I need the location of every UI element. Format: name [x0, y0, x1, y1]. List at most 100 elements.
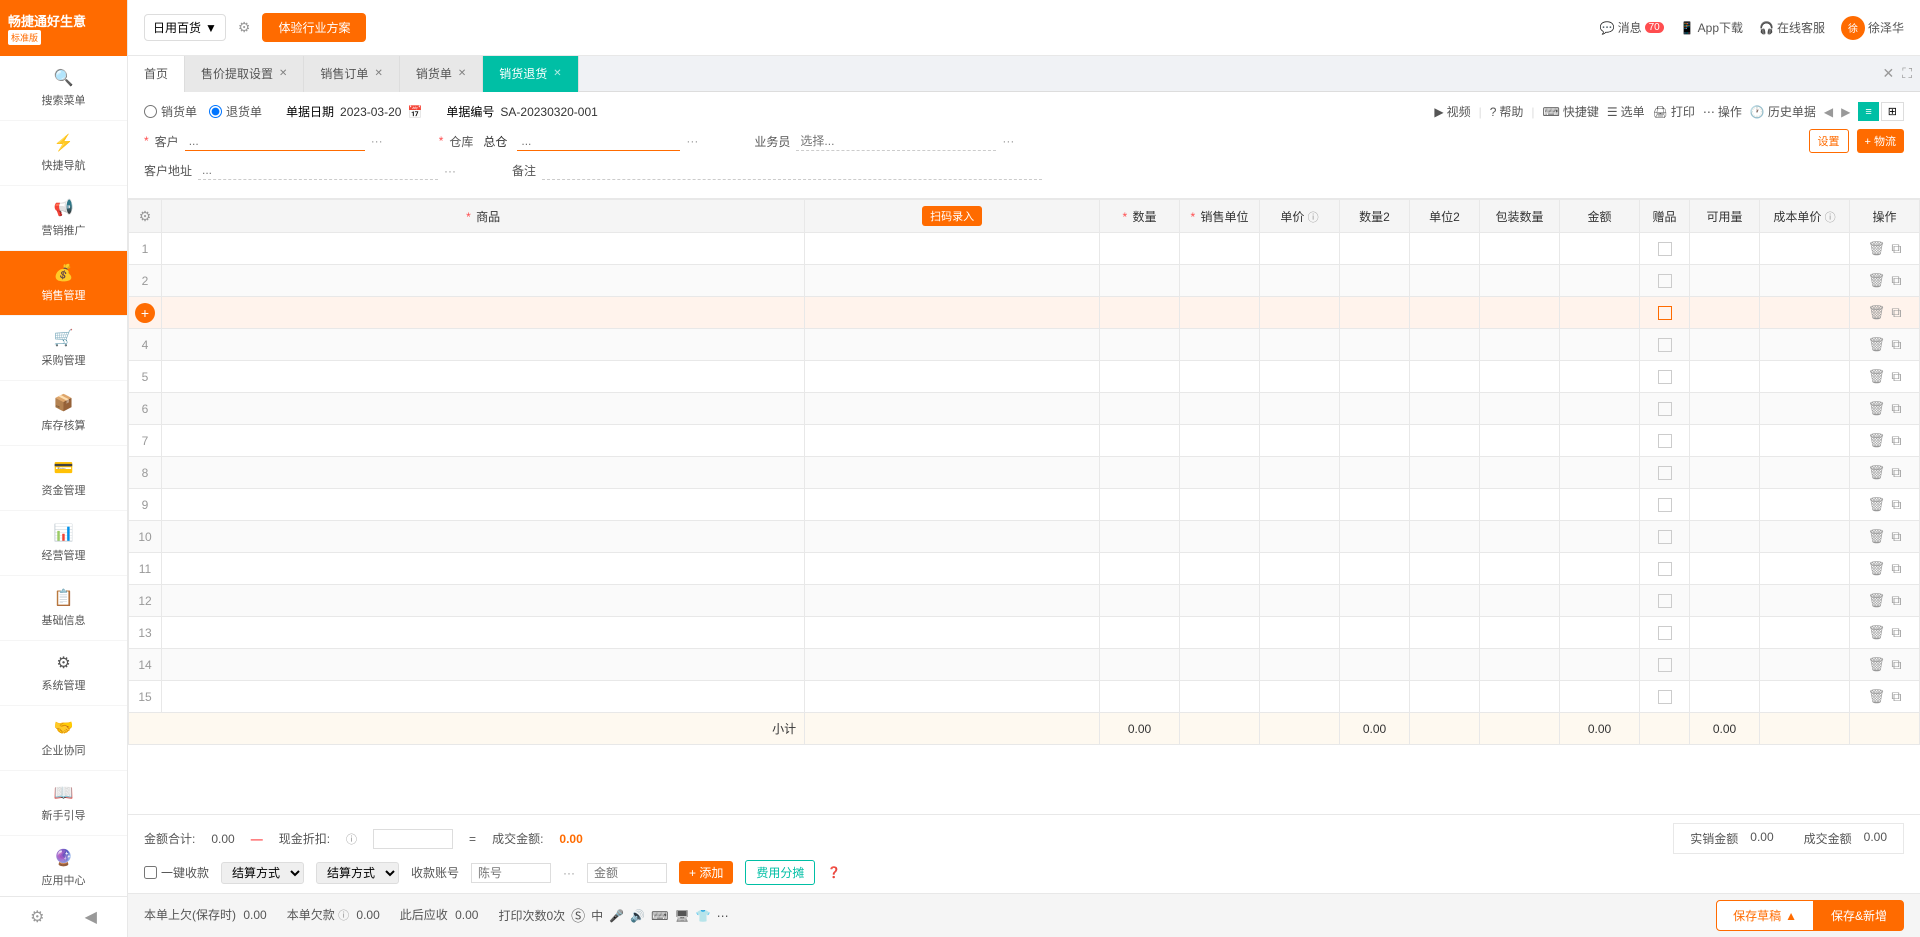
qty-input[interactable] — [1106, 242, 1173, 256]
close-tab-icon[interactable]: ✕ — [1882, 65, 1894, 82]
copy-row-icon[interactable]: ⧉ — [1891, 624, 1901, 641]
experience-button[interactable]: 体验行业方案 — [262, 13, 366, 42]
delete-row-icon[interactable]: 🗑 — [1868, 400, 1886, 417]
sidebar-item-apps[interactable]: 🔮 应用中心 — [0, 836, 127, 896]
help-circle-icon[interactable]: ❓ — [827, 866, 841, 879]
avail-cell[interactable] — [1690, 265, 1760, 297]
copy-row-icon[interactable]: ⧉ — [1891, 336, 1901, 353]
tab-sales-delivery-close[interactable]: ✕ — [458, 68, 466, 79]
discount-input[interactable] — [373, 829, 453, 849]
gift-checkbox[interactable] — [1658, 466, 1672, 480]
info-discount-icon[interactable]: ⓘ — [346, 831, 357, 847]
delete-row-icon[interactable]: 🗑 — [1868, 336, 1886, 353]
gift-cell-active[interactable] — [1640, 297, 1690, 329]
gift-checkbox[interactable] — [1658, 434, 1672, 448]
help-toolbar-item[interactable]: ? 帮助 — [1490, 103, 1524, 120]
copy-row-icon[interactable]: ⧉ — [1891, 496, 1901, 513]
unit2-cell[interactable] — [1410, 233, 1480, 265]
expand-icon[interactable]: ⛶ — [1902, 65, 1912, 82]
sidebar-item-enterprise[interactable]: 🤝 企业协同 — [0, 706, 127, 771]
tab-price-setting[interactable]: 售价提取设置 ✕ — [185, 56, 304, 92]
pack-cell-active[interactable] — [1480, 297, 1560, 329]
sidebar-item-finance[interactable]: 💳 资金管理 — [0, 446, 127, 511]
radio-return[interactable]: 退货单 — [209, 103, 262, 120]
price-cell-active[interactable] — [1260, 297, 1340, 329]
qty2-cell[interactable] — [1340, 233, 1410, 265]
amount-input[interactable] — [587, 863, 667, 883]
sidebar-item-search[interactable]: 🔍 搜索菜单 — [0, 56, 127, 121]
one-click-label[interactable]: 一键收款 — [144, 864, 209, 881]
copy-row-icon[interactable]: ⧉ — [1891, 528, 1901, 545]
download-area[interactable]: 📱 App下载 — [1680, 19, 1743, 36]
delete-row-icon[interactable]: 🗑 — [1868, 592, 1886, 609]
price-cell[interactable] — [1260, 265, 1340, 297]
copy-row-icon[interactable]: ⧉ — [1891, 304, 1901, 321]
product-cell[interactable] — [162, 233, 805, 265]
account-input[interactable] — [471, 863, 551, 883]
delete-row-icon[interactable]: 🗑 — [1868, 368, 1886, 385]
product-cell-active[interactable] — [162, 297, 805, 329]
address-more-icon[interactable]: ··· — [444, 164, 456, 178]
tab-sales-delivery[interactable]: 销货单 ✕ — [400, 56, 483, 92]
sidebar-item-marketing[interactable]: 📢 营销推广 — [0, 186, 127, 251]
payment-method-select[interactable]: 结算方式 — [221, 862, 304, 884]
copy-row-icon[interactable]: ⧉ — [1891, 272, 1901, 289]
delete-row-icon[interactable]: 🗑 — [1868, 432, 1886, 449]
copy-row-icon[interactable]: ⧉ — [1891, 656, 1901, 673]
one-click-checkbox[interactable] — [144, 866, 157, 879]
operation-toolbar-item[interactable]: ⋯ 操作 — [1703, 103, 1742, 120]
gift-checkbox[interactable] — [1658, 242, 1672, 256]
radio-delivery[interactable]: 销货单 — [144, 103, 197, 120]
gift-checkbox[interactable] — [1658, 530, 1672, 544]
qty2-cell[interactable] — [1340, 265, 1410, 297]
history-toolbar-item[interactable]: 🕐 历史单据 — [1750, 103, 1816, 120]
copy-row-icon[interactable]: ⧉ — [1891, 592, 1901, 609]
mic-icon[interactable]: 🎤 — [609, 909, 624, 923]
add-row-btn[interactable]: + — [135, 303, 155, 323]
qty2-cell-active[interactable] — [1340, 297, 1410, 329]
gift-cell[interactable] — [1640, 265, 1690, 297]
settings-icon[interactable]: ⚙ — [30, 907, 44, 927]
calendar-icon[interactable]: 📅 — [407, 105, 422, 119]
gift-checkbox[interactable] — [1658, 338, 1672, 352]
price-info-icon[interactable]: ⓘ — [1308, 212, 1319, 224]
pack-cell[interactable] — [1480, 233, 1560, 265]
avail-cell[interactable] — [1690, 233, 1760, 265]
product-input-active[interactable] — [168, 306, 798, 320]
dots-icon[interactable]: ⋯ — [717, 909, 729, 923]
qty-cell-active[interactable] — [1100, 297, 1180, 329]
delete-row-icon[interactable]: 🗑 — [1868, 688, 1886, 705]
gift-checkbox[interactable] — [1658, 370, 1672, 384]
expense-split-button[interactable]: 费用分摊 — [745, 860, 815, 885]
gift-checkbox[interactable] — [1658, 594, 1672, 608]
gift-checkbox[interactable] — [1658, 562, 1672, 576]
video-toolbar-item[interactable]: ▶ 视频 — [1434, 103, 1470, 120]
copy-row-icon[interactable]: ⧉ — [1891, 560, 1901, 577]
product-cell[interactable] — [162, 265, 805, 297]
staff-more-icon[interactable]: ··· — [1002, 134, 1014, 148]
copy-row-icon[interactable]: ⧉ — [1891, 464, 1901, 481]
message-area[interactable]: 💬 消息 70 — [1600, 19, 1664, 36]
nav-prev-icon[interactable]: ◀ — [1824, 105, 1833, 119]
nav-next-icon[interactable]: ▶ — [1841, 105, 1850, 119]
gift-checkbox[interactable] — [1658, 498, 1672, 512]
delete-row-icon[interactable]: 🗑 — [1868, 496, 1886, 513]
unit-cell[interactable] — [1180, 233, 1260, 265]
amount-cell[interactable] — [1560, 233, 1640, 265]
scan-button[interactable]: 扫码录入 — [922, 206, 982, 226]
copy-row-icon[interactable]: ⧉ — [1891, 432, 1901, 449]
view-grid-btn[interactable]: ⊞ — [1881, 102, 1904, 121]
sidebar-item-basic[interactable]: 📋 基础信息 — [0, 576, 127, 641]
gift-checkbox[interactable] — [1658, 658, 1672, 672]
pack-cell[interactable] — [1480, 265, 1560, 297]
tab-sales-return[interactable]: 销货退货 ✕ — [483, 56, 578, 92]
module-selector[interactable]: 日用百货 ▼ — [144, 14, 226, 41]
avail-cell-active[interactable] — [1690, 297, 1760, 329]
sidebar-item-purchase[interactable]: 🛒 采购管理 — [0, 316, 127, 381]
gift-checkbox[interactable] — [1658, 402, 1672, 416]
delete-row-icon[interactable]: 🗑 — [1868, 624, 1886, 641]
tab-sales-order[interactable]: 销售订单 ✕ — [304, 56, 399, 92]
collapse-icon[interactable]: ◀ — [85, 907, 97, 927]
view-list-btn[interactable]: ≡ — [1858, 102, 1878, 121]
add-payment-button[interactable]: + 添加 — [679, 861, 733, 884]
